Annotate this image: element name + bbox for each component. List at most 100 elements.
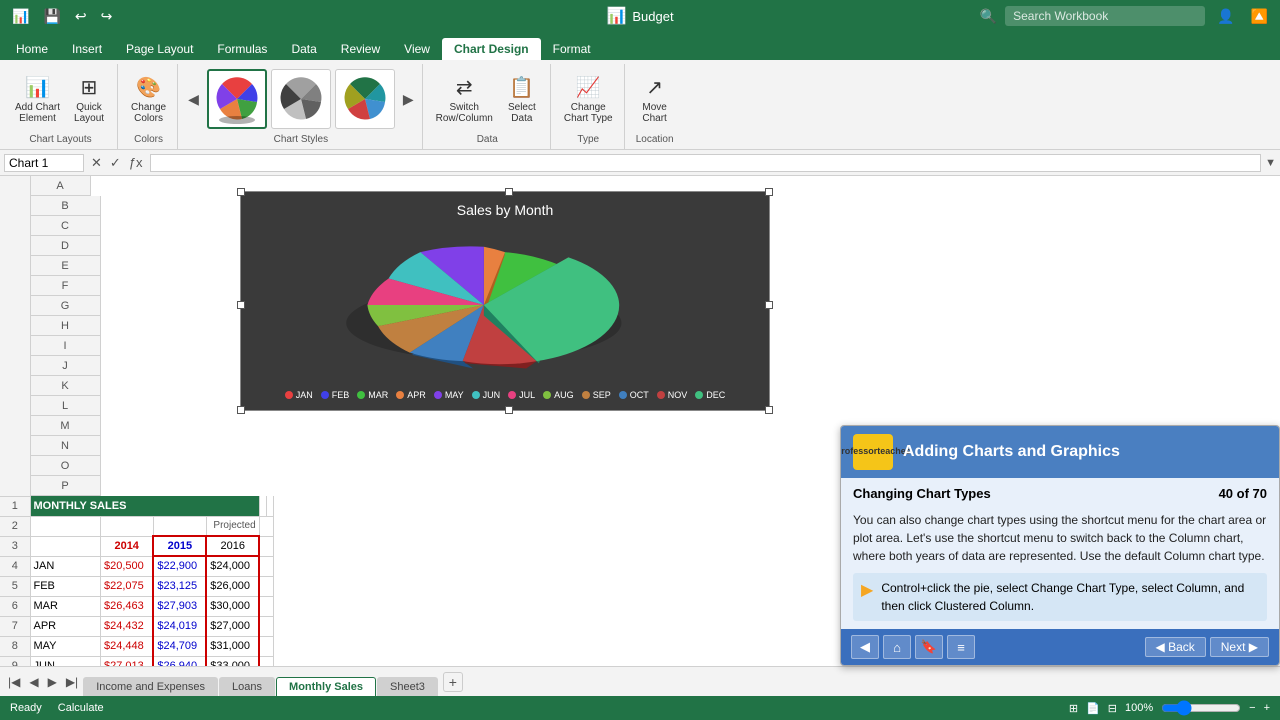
- cell-c9[interactable]: $26,940: [153, 656, 206, 666]
- tab-insert[interactable]: Insert: [60, 38, 114, 60]
- col-header-m[interactable]: M: [31, 416, 101, 436]
- chart-styles-next[interactable]: ▶: [401, 89, 416, 110]
- zoom-slider[interactable]: [1161, 700, 1241, 716]
- sheet-nav-last[interactable]: ▶|: [62, 673, 82, 691]
- sheet-tab-loans[interactable]: Loans: [219, 677, 275, 696]
- cell-e6[interactable]: [259, 596, 273, 616]
- cell-e9[interactable]: [259, 656, 273, 666]
- cell-d6[interactable]: $30,000: [206, 596, 259, 616]
- chart-handle-e[interactable]: [765, 301, 773, 309]
- sheet-nav-prev[interactable]: ◀: [25, 673, 42, 691]
- cell-e8[interactable]: [259, 636, 273, 656]
- view-normal-icon[interactable]: ⊞: [1069, 702, 1078, 715]
- name-box[interactable]: [4, 154, 84, 172]
- tab-formulas[interactable]: Formulas: [205, 38, 279, 60]
- cell-d8[interactable]: $31,000: [206, 636, 259, 656]
- cell-a1[interactable]: MONTHLY SALES: [30, 496, 259, 516]
- change-chart-type-button[interactable]: 📈 ChangeChart Type: [559, 72, 618, 127]
- user-icon[interactable]: 👤: [1213, 6, 1238, 27]
- col-header-a[interactable]: A: [31, 176, 91, 196]
- undo-button[interactable]: ↩: [71, 6, 91, 27]
- chart-handle-s[interactable]: [505, 406, 513, 414]
- chart-handle-sw[interactable]: [237, 406, 245, 414]
- col-header-o[interactable]: O: [31, 456, 101, 476]
- sheet-tab-monthly-sales[interactable]: Monthly Sales: [276, 677, 376, 696]
- cell-c5[interactable]: $23,125: [153, 576, 206, 596]
- col-header-j[interactable]: J: [31, 356, 101, 376]
- sheet-tab-income-expenses[interactable]: Income and Expenses: [83, 677, 218, 696]
- col-header-f[interactable]: F: [31, 276, 101, 296]
- chart-handle-w[interactable]: [237, 301, 245, 309]
- cell-a9[interactable]: JUN: [30, 656, 101, 666]
- col-header-c[interactable]: C: [31, 216, 101, 236]
- add-chart-element-button[interactable]: 📊 Add ChartElement: [10, 72, 65, 127]
- app-icon[interactable]: 📊: [8, 6, 33, 27]
- cell-b7[interactable]: $24,432: [101, 616, 154, 636]
- tab-page-layout[interactable]: Page Layout: [114, 38, 205, 60]
- cancel-formula-button[interactable]: ✕: [88, 155, 105, 171]
- cell-c2[interactable]: [153, 516, 206, 536]
- cell-c8[interactable]: $24,709: [153, 636, 206, 656]
- cell-d5[interactable]: $26,000: [206, 576, 259, 596]
- cell-b9[interactable]: $27,013: [101, 656, 154, 666]
- cell-d2-projected[interactable]: Projected: [206, 516, 259, 536]
- insert-function-button[interactable]: ƒx: [126, 155, 146, 171]
- col-header-k[interactable]: K: [31, 376, 101, 396]
- search-input[interactable]: [1005, 6, 1205, 26]
- tab-format[interactable]: Format: [541, 38, 603, 60]
- cell-a8[interactable]: MAY: [30, 636, 101, 656]
- tab-data[interactable]: Data: [279, 38, 328, 60]
- chart-styles-prev[interactable]: ◀: [186, 89, 201, 110]
- cell-b2[interactable]: [101, 516, 154, 536]
- cell-b6[interactable]: $26,463: [101, 596, 154, 616]
- chart-handle-ne[interactable]: [765, 188, 773, 196]
- sheet-nav-first[interactable]: |◀: [4, 673, 24, 691]
- cell-d9[interactable]: $33,000: [206, 656, 259, 666]
- chart-thumb-2[interactable]: [271, 69, 331, 129]
- tab-home[interactable]: Home: [4, 38, 60, 60]
- col-header-p[interactable]: P: [31, 476, 101, 496]
- col-header-b[interactable]: B: [31, 196, 101, 216]
- sheet-tab-sheet3[interactable]: Sheet3: [377, 677, 438, 696]
- tutorial-home-btn[interactable]: ⌂: [883, 635, 911, 659]
- cell-a5[interactable]: FEB: [30, 576, 101, 596]
- cell-a6[interactable]: MAR: [30, 596, 101, 616]
- cell-c3[interactable]: 2015: [153, 536, 206, 556]
- expand-icon[interactable]: 🔼: [1247, 6, 1272, 27]
- chart-handle-n[interactable]: [505, 188, 513, 196]
- chart-handle-nw[interactable]: [237, 188, 245, 196]
- cell-c4[interactable]: $22,900: [153, 556, 206, 576]
- change-colors-button[interactable]: 🎨 ChangeColors: [126, 72, 171, 127]
- tutorial-bookmark-btn[interactable]: 🔖: [915, 635, 943, 659]
- save-button[interactable]: 💾: [39, 6, 64, 27]
- chart-thumb-1[interactable]: [207, 69, 267, 129]
- formula-input[interactable]: [150, 154, 1262, 172]
- cell-e7[interactable]: [259, 616, 273, 636]
- cell-c7[interactable]: $24,019: [153, 616, 206, 636]
- chart-container[interactable]: Sales by Month: [240, 191, 770, 411]
- cell-b8[interactable]: $24,448: [101, 636, 154, 656]
- tab-view[interactable]: View: [392, 38, 442, 60]
- tutorial-menu-btn[interactable]: ≡: [947, 635, 975, 659]
- select-data-button[interactable]: 📋 SelectData: [500, 72, 544, 127]
- redo-button[interactable]: ↪: [97, 6, 117, 27]
- cell-e5[interactable]: [259, 576, 273, 596]
- tutorial-next-button[interactable]: Next ▶: [1210, 637, 1269, 657]
- switch-row-column-button[interactable]: ⇄ SwitchRow/Column: [431, 72, 498, 127]
- cell-e4[interactable]: [259, 556, 273, 576]
- cell-c6[interactable]: $27,903: [153, 596, 206, 616]
- col-header-h[interactable]: H: [31, 316, 101, 336]
- chart-thumb-3[interactable]: [335, 69, 395, 129]
- formula-expand-button[interactable]: ▼: [1265, 157, 1276, 169]
- zoom-in-icon[interactable]: +: [1264, 702, 1270, 714]
- cell-a2[interactable]: [30, 516, 101, 536]
- sheet-nav-next[interactable]: ▶: [44, 673, 61, 691]
- cell-d3[interactable]: 2016: [206, 536, 259, 556]
- confirm-formula-button[interactable]: ✓: [107, 155, 124, 171]
- view-break-icon[interactable]: ⊟: [1108, 702, 1117, 715]
- tutorial-back-arrow-btn[interactable]: ◀: [851, 635, 879, 659]
- col-header-n[interactable]: N: [31, 436, 101, 456]
- cell-e2[interactable]: [259, 516, 273, 536]
- cell-b5[interactable]: $22,075: [101, 576, 154, 596]
- zoom-out-icon[interactable]: −: [1249, 702, 1255, 714]
